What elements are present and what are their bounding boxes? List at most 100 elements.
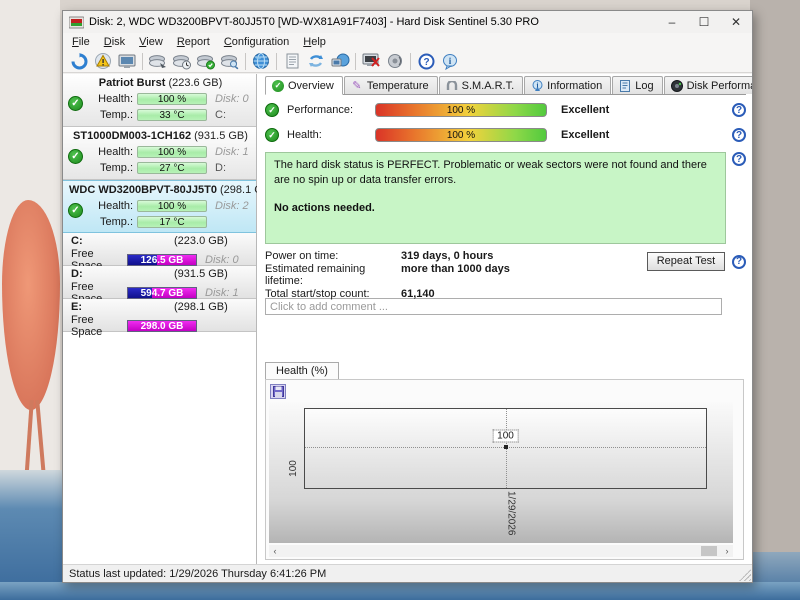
disk-ok-icon[interactable]	[194, 51, 218, 72]
repeat-test-help-icon[interactable]: ?	[732, 254, 746, 269]
tab-label: S.M.A.R.T.	[461, 79, 515, 92]
drive-letter-label: D:	[215, 161, 226, 174]
disk-item-patriot-burst[interactable]: Patriot Burst (223.6 GB) ✓ Health: 100 %…	[63, 74, 256, 127]
startstop-label: Total start/stop count:	[265, 288, 370, 300]
health-bar: 100 %	[375, 128, 547, 142]
sync-icon[interactable]	[304, 51, 328, 72]
report-document-icon[interactable]	[280, 51, 304, 72]
health-chart-panel: Health (%) 100 100 1/29/2026 ‹ ›	[265, 362, 744, 560]
chart-horizontal-scrollbar[interactable]: ‹ ›	[269, 545, 733, 557]
performance-label: Performance:	[287, 104, 354, 116]
temp-label: Temp.:	[99, 215, 133, 228]
toolbar-separator	[355, 52, 356, 70]
disk-ok-icon: ✓	[68, 96, 83, 111]
tab-label: Disk Performance	[686, 79, 752, 92]
disk-item-wdc-wd3200-selected[interactable]: WDC WD3200BPVT-80JJ5T0 (298.1 GB) ✓ Heal…	[63, 180, 274, 233]
temp-bar: 33 °C	[137, 108, 207, 121]
tab-label: Information	[547, 79, 603, 92]
disk-item-st1000dm003[interactable]: ST1000DM003-1CH162 (931.5 GB) ✓ Health: …	[63, 127, 256, 180]
menu-help[interactable]: Help	[296, 35, 333, 49]
status-monitor-icon[interactable]	[115, 51, 139, 72]
partition-size: (931.5 GB)	[174, 268, 228, 280]
free-space-bar: 594.7 GB	[127, 287, 197, 299]
scroll-left-arrow-icon[interactable]: ‹	[269, 545, 281, 557]
disk-name: WDC WD3200BPVT-80JJ5T0	[69, 184, 217, 196]
performance-rating: Excellent	[561, 104, 610, 116]
toolbar-separator	[142, 52, 143, 70]
svg-text:i: i	[536, 81, 538, 89]
disk-number-label: Disk: 0	[205, 254, 239, 266]
health-help-icon[interactable]: ?	[732, 128, 746, 142]
tab-label: Overview	[288, 79, 334, 92]
save-chart-icon[interactable]	[270, 384, 286, 399]
partition-item-d[interactable]: D: (931.5 GB) Free Space 594.7 GB Disk: …	[63, 266, 256, 305]
repeat-test-button[interactable]: Repeat Test	[647, 252, 725, 271]
disk-sidebar: Patriot Burst (223.6 GB) ✓ Health: 100 %…	[63, 74, 274, 564]
free-space-bar: 126.5 GB	[127, 254, 197, 266]
close-button[interactable]: ✕	[720, 11, 752, 33]
sound-icon[interactable]	[383, 51, 407, 72]
disk-platter-icon	[670, 79, 683, 92]
scroll-right-arrow-icon[interactable]: ›	[721, 545, 733, 557]
help-icon[interactable]: ?	[414, 51, 438, 72]
tab-disk-performance[interactable]: Disk Performance	[663, 76, 752, 94]
minimize-button[interactable]: –	[656, 11, 688, 33]
tab-information[interactable]: i Information	[524, 76, 612, 94]
menu-view[interactable]: View	[132, 35, 170, 49]
main-panel: ✓ Overview ✎ Temperature S.M.A.R.T. i In…	[257, 74, 752, 564]
status-bar: Status last updated: 1/29/2026 Thursday …	[63, 564, 752, 582]
maximize-button[interactable]: ☐	[688, 11, 720, 33]
comment-input[interactable]	[265, 298, 722, 315]
scrollbar-thumb[interactable]	[701, 546, 717, 556]
remote-monitor-off-icon[interactable]	[359, 51, 383, 72]
magnet-icon	[446, 80, 458, 92]
temp-label: Temp.:	[99, 108, 133, 121]
health-bar: 100 %	[137, 92, 207, 105]
health-chart-tab[interactable]: Health (%)	[265, 362, 339, 379]
partition-item-e[interactable]: E: (298.1 GB) Free Space 298.0 GB	[63, 299, 256, 338]
disk-size: (223.6 GB)	[168, 77, 223, 89]
menu-report[interactable]: Report	[170, 35, 217, 49]
tab-bar: ✓ Overview ✎ Temperature S.M.A.R.T. i In…	[265, 76, 752, 95]
app-icon	[69, 16, 84, 28]
refresh-icon[interactable]	[67, 51, 91, 72]
title-bar[interactable]: Disk: 2, WDC WD3200BPVT-80JJ5T0 [WD-WX81…	[63, 11, 752, 33]
free-space-bar: 298.0 GB	[127, 320, 197, 332]
health-row: ✓ Health: 100 % Excellent ?	[265, 125, 746, 145]
health-data-point	[503, 444, 508, 449]
disk-number-label: Disk: 2	[215, 199, 249, 212]
resize-grip[interactable]	[739, 569, 751, 581]
tab-overview[interactable]: ✓ Overview	[265, 76, 343, 95]
scrollbar-track[interactable]	[281, 545, 721, 557]
health-label: Health:	[98, 145, 133, 158]
tab-log[interactable]: Log	[612, 76, 663, 94]
disk-schedule-icon[interactable]	[170, 51, 194, 72]
tab-temperature[interactable]: ✎ Temperature	[343, 76, 438, 94]
chart-plot-area: 100 100 1/29/2026	[269, 402, 733, 543]
information-icon[interactable]: i	[438, 51, 462, 72]
tab-smart[interactable]: S.M.A.R.T.	[438, 76, 524, 94]
health-rating: Excellent	[561, 129, 610, 141]
performance-help-icon[interactable]: ?	[732, 103, 746, 117]
network-computers-icon[interactable]	[328, 51, 352, 72]
partition-size: (298.1 GB)	[174, 301, 228, 313]
toolbar-separator	[276, 52, 277, 70]
toolbar-separator	[245, 52, 246, 70]
health-bar: 100 %	[137, 145, 207, 158]
disk-status-message: The hard disk status is PERFECT. Problem…	[265, 152, 726, 244]
disk-name: ST1000DM003-1CH162	[73, 130, 192, 142]
toolbar-separator	[410, 52, 411, 70]
disk-export-icon[interactable]	[146, 51, 170, 72]
menu-file[interactable]: File	[65, 35, 97, 49]
disk-analyze-icon[interactable]	[218, 51, 242, 72]
alert-warning-icon[interactable]	[91, 51, 115, 72]
status-help-icon[interactable]: ?	[732, 152, 746, 166]
menu-configuration[interactable]: Configuration	[217, 35, 296, 49]
health-label: Health:	[98, 92, 133, 105]
temp-bar: 17 °C	[137, 215, 207, 228]
performance-row: ✓ Performance: 100 % Excellent ?	[265, 100, 746, 120]
disk-number-label: Disk: 0	[215, 92, 249, 105]
menu-disk[interactable]: Disk	[97, 35, 132, 49]
partition-item-c[interactable]: C: (223.0 GB) Free Space 126.5 GB Disk: …	[63, 233, 256, 272]
web-globe-icon[interactable]	[249, 51, 273, 72]
